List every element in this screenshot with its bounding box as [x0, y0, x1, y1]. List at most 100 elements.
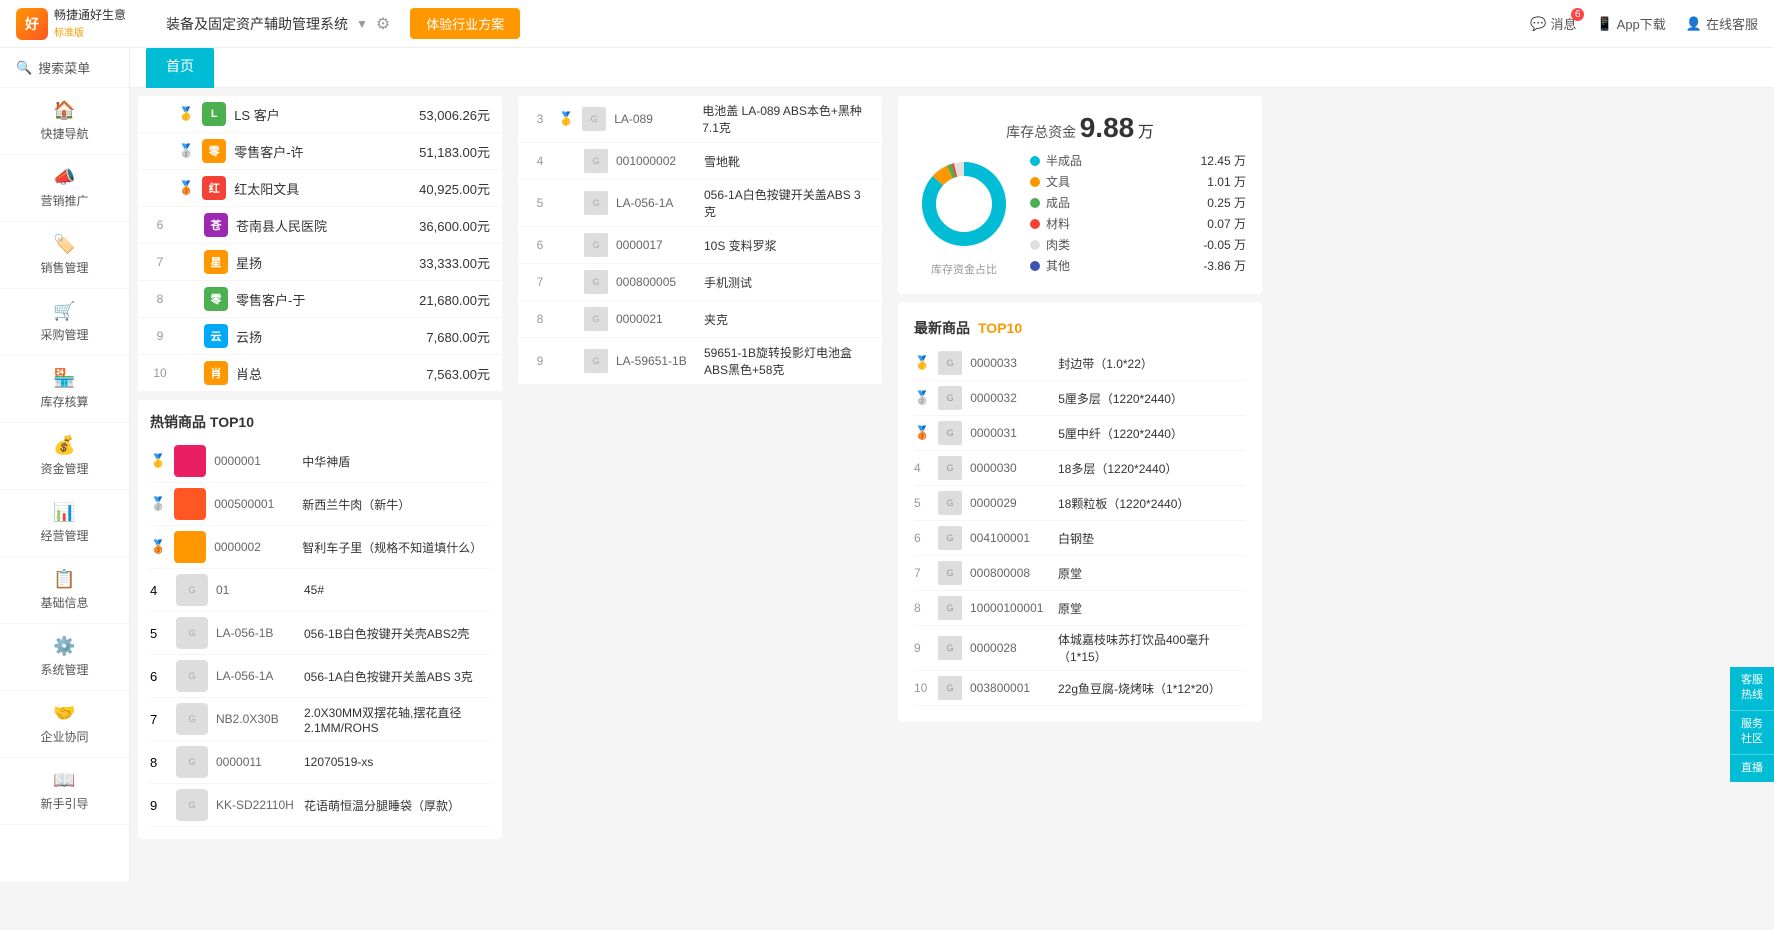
tab-bar: 首页: [130, 48, 1774, 88]
message-button[interactable]: 💬 消息 6: [1530, 14, 1576, 33]
new-product-img: G: [938, 421, 962, 445]
sidebar-item-operation[interactable]: 📊经营管理: [0, 490, 129, 557]
middle-left-column: 🥇 L LS 客户 53,006.26元 🥈 零 零售客户-许 51,183.0…: [130, 88, 510, 882]
dropdown-icon[interactable]: ▼: [356, 17, 368, 31]
sidebar-item-marketing[interactable]: 📣营销推广: [0, 155, 129, 222]
donut-chart: [914, 154, 1014, 254]
new-product-img: G: [938, 676, 962, 700]
donut-container: 库存资金占比 半成品 12.45 万 文具 1.01 万 成品 0.25 万 材…: [914, 152, 1246, 278]
sidebar-item-inventory[interactable]: 🏪库存核算: [0, 356, 129, 423]
rank-amount: 21,680.00元: [419, 290, 490, 309]
rank-amount: 33,333.00元: [419, 253, 490, 272]
topbar-right: 💬 消息 6 📱 App下载 👤 在线客服: [1530, 14, 1758, 33]
hot-product-name: 中华神盾: [302, 453, 490, 470]
sidebar-label-base: 基础信息: [40, 594, 88, 611]
direct-button[interactable]: 直播: [1730, 755, 1774, 782]
product-code: 0000021: [616, 312, 696, 326]
new-product-name: 体城嘉枝味苏打饮品400毫升（1*15）: [1058, 631, 1246, 665]
hot-product-name: 花语萌恒温分腿睡袋（厚款）: [304, 797, 490, 814]
sidebar-label-sales: 销售管理: [40, 259, 88, 276]
sidebar-label-guide: 新手引导: [40, 795, 88, 812]
gear-icon[interactable]: ⚙: [376, 14, 390, 34]
hot-product-name: 智利车子里（规格不知道填什么）: [302, 539, 490, 556]
product-code: LA-089: [614, 112, 694, 126]
product-rank-num: 3: [530, 112, 550, 126]
hot-product-row: 7 G NB2.0X30B 2.0X30MM双摆花轴,摆花直径2.1MM/ROH…: [150, 698, 490, 741]
new-product-name: 白钢垫: [1058, 530, 1246, 547]
hot-product-name: 056-1A白色按键开关盖ABS 3克: [304, 668, 490, 685]
rank-avatar: 苍: [204, 213, 228, 237]
app-download-button[interactable]: 📱 App下载: [1596, 14, 1665, 33]
new-product-code: 0000030: [970, 461, 1050, 475]
legend: 半成品 12.45 万 文具 1.01 万 成品 0.25 万 材料 0.07 …: [1030, 152, 1246, 278]
sidebar: 🔍 搜索菜单 🏠快捷导航📣营销推广🏷️销售管理🛒采购管理🏪库存核算💰资金管理📊经…: [0, 48, 130, 882]
rank-amount: 7,563.00元: [426, 364, 490, 383]
new-product-code: 004100001: [970, 531, 1050, 545]
legend-value: 0.25 万: [1207, 194, 1246, 211]
hotline-button[interactable]: 客服热线: [1730, 667, 1774, 711]
rank-num: 7: [914, 566, 930, 580]
sidebar-item-sales[interactable]: 🏷️销售管理: [0, 222, 129, 289]
sidebar-item-finance[interactable]: 💰资金管理: [0, 423, 129, 490]
hot-product-img: G: [176, 789, 208, 821]
rank-avatar: 星: [204, 250, 228, 274]
service-float: 客服热线 服务社区 直播: [1730, 667, 1774, 782]
new-product-code: 003800001: [970, 681, 1050, 695]
rank-placeholder: 9: [150, 798, 168, 813]
rank-name: 红太阳文具: [234, 179, 411, 198]
online-service-button[interactable]: 👤 在线客服: [1686, 14, 1758, 33]
product-rank-row: 4 G 001000002 雪地靴: [518, 143, 882, 180]
product-name: 10S 变料罗浆: [704, 237, 870, 254]
sidebar-item-base[interactable]: 📋基础信息: [0, 557, 129, 624]
medal-icon: 🥇: [558, 111, 574, 127]
sidebar-item-quick-nav[interactable]: 🏠快捷导航: [0, 88, 129, 155]
sidebar-item-system[interactable]: ⚙️系统管理: [0, 624, 129, 691]
search-menu[interactable]: 🔍 搜索菜单: [0, 48, 129, 88]
medal-icon: 🥇: [150, 453, 166, 469]
medal-icon: 🥈: [150, 496, 166, 512]
new-product-name: 5厘多层（1220*2440）: [1058, 390, 1246, 407]
product-img: G: [584, 149, 608, 173]
customer-rank-row: 🥈 零 零售客户-许 51,183.00元: [138, 133, 502, 170]
hot-product-code: 0000011: [216, 755, 296, 769]
customer-rank-row: 🥇 L LS 客户 53,006.26元: [138, 96, 502, 133]
rank-avatar: 零: [204, 287, 228, 311]
legend-dot: [1030, 219, 1040, 229]
hot-product-row: 6 G LA-056-1A 056-1A白色按键开关盖ABS 3克: [150, 655, 490, 698]
legend-item: 其他 -3.86 万: [1030, 257, 1246, 274]
trial-button[interactable]: 体验行业方案: [410, 8, 520, 39]
product-rank-row: 7 G 000800005 手机测试: [518, 264, 882, 301]
legend-value: 0.07 万: [1207, 215, 1246, 232]
legend-value: -0.05 万: [1203, 236, 1246, 253]
hot-product-row: 5 G LA-056-1B 056-1B白色按键开关壳ABS2壳: [150, 612, 490, 655]
legend-dot: [1030, 240, 1040, 250]
product-name: 59651-1B旋转投影灯电池盒ABS黑色+58克: [704, 344, 870, 378]
legend-item: 文具 1.01 万: [1030, 173, 1246, 190]
rank-num: 10: [914, 681, 930, 695]
content-area: 🥇 L LS 客户 53,006.26元 🥈 零 零售客户-许 51,183.0…: [130, 88, 1774, 882]
hot-product-row: 4 G 01 45#: [150, 569, 490, 612]
new-product-row: 10 G 003800001 22g鱼豆腐-烧烤味（1*12*20）: [914, 671, 1246, 706]
new-product-row: 4 G 0000030 18多层（1220*2440）: [914, 451, 1246, 486]
tab-home[interactable]: 首页: [146, 48, 214, 88]
hot-product-code: 01: [216, 583, 296, 597]
rank-name: 零售客户-许: [234, 142, 411, 161]
hot-product-row: 9 G KK-SD22110H 花语萌恒温分腿睡袋（厚款）: [150, 784, 490, 827]
logo-badge: 标准版: [54, 24, 126, 39]
logo-text: 畅捷通好生意: [54, 8, 126, 24]
sidebar-label-finance: 资金管理: [40, 460, 88, 477]
new-product-name: 原堂: [1058, 565, 1246, 582]
sidebar-icon-purchase: 🛒: [53, 301, 75, 322]
product-rank-row: 6 G 0000017 10S 变料罗浆: [518, 227, 882, 264]
sidebar-item-purchase[interactable]: 🛒采购管理: [0, 289, 129, 356]
customer-rank-row: 9 云 云扬 7,680.00元: [138, 318, 502, 355]
legend-value: 1.01 万: [1207, 173, 1246, 190]
community-button[interactable]: 服务社区: [1730, 711, 1774, 755]
hot-product-code: LA-056-1B: [216, 626, 296, 640]
main-content: 首页 🥇 L LS 客户 53,006.26元 🥈 零 零售客户-许 51,18…: [130, 48, 1774, 882]
message-badge: 6: [1571, 8, 1585, 21]
sidebar-item-guide[interactable]: 📖新手引导: [0, 758, 129, 825]
rank-amount: 7,680.00元: [426, 327, 490, 346]
sidebar-item-company[interactable]: 🤝企业协同: [0, 691, 129, 758]
new-products-card: 最新商品 TOP10 🥇 G 0000033 封边带（1.0*22） 🥈 G 0…: [898, 302, 1262, 722]
